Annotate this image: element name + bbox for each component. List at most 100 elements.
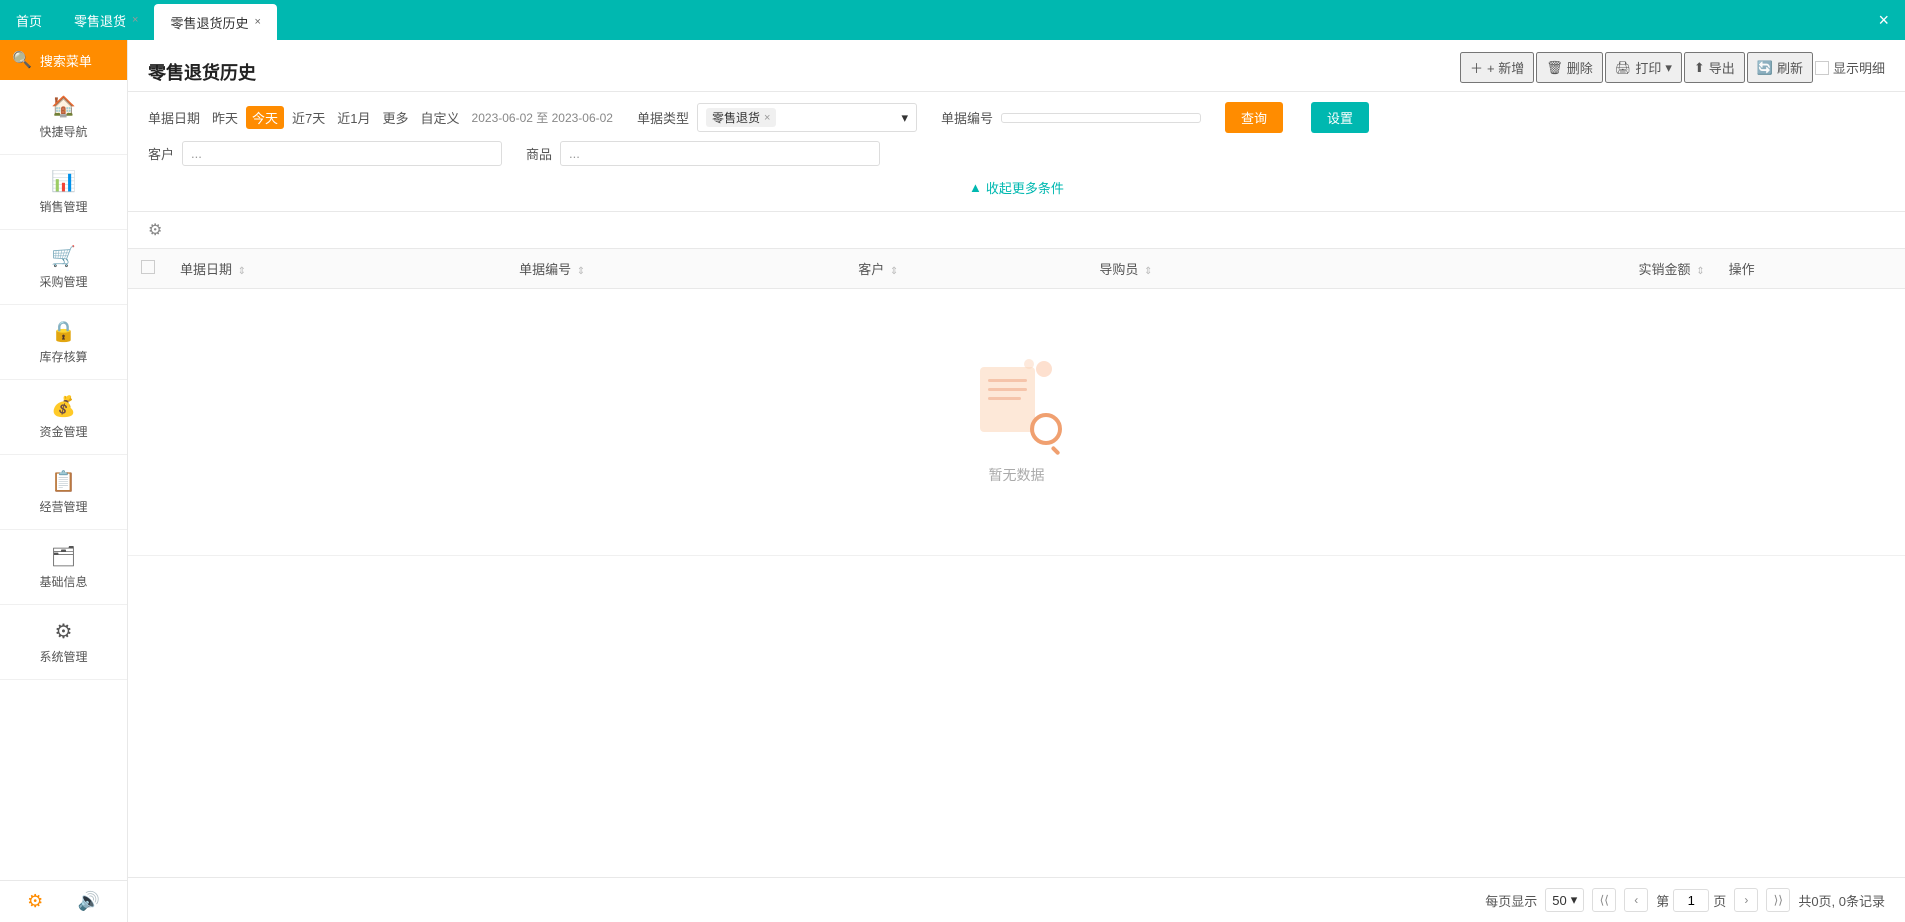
tab-home[interactable]: 首页 <box>0 0 58 40</box>
date-options: 昨天 今天 近7天 近1月 更多 自定义 <box>208 106 464 129</box>
purchase-icon: 🛒 <box>51 244 76 269</box>
date-opt-more[interactable]: 更多 <box>379 106 413 129</box>
inventory-icon: 🔒 <box>51 319 76 344</box>
doc-type-tag-close[interactable]: × <box>764 112 770 124</box>
query-button[interactable]: 查询 <box>1225 102 1283 133</box>
table-body: 暂无数据 <box>128 289 1905 556</box>
date-opt-today[interactable]: 今天 <box>246 106 284 129</box>
sidebar-item-basic-info-label: 基础信息 <box>39 573 87 590</box>
export-button[interactable]: ⬆ 导出 <box>1684 52 1745 83</box>
print-label: 打印 <box>1635 58 1661 77</box>
deco-circle-1 <box>1036 361 1052 377</box>
table-settings-icon[interactable]: ⚙ <box>148 220 162 240</box>
page-size-select[interactable]: 50 ▾ <box>1545 888 1584 912</box>
settings-icon[interactable]: ⚙ <box>27 891 43 912</box>
sidebar-item-basic-info[interactable]: 🗂 基础信息 <box>0 530 127 605</box>
tab-retail-return-close[interactable]: × <box>132 14 138 26</box>
doc-type-select[interactable]: 零售退货 × ▾ <box>697 103 917 132</box>
empty-state-cell: 暂无数据 <box>128 289 1905 556</box>
sidebar-item-purchase-mgmt[interactable]: 🛒 采购管理 <box>0 230 127 305</box>
th-doc-no: 单据编号 ⇕ <box>507 249 846 289</box>
date-filter-field: 单据日期 昨天 今天 近7天 近1月 更多 自定义 2023-06-02 至 2… <box>148 106 613 129</box>
empty-state-row: 暂无数据 <box>128 289 1905 556</box>
table-section: ⚙ 单据日期 ⇕ 单据编号 <box>128 212 1905 877</box>
page-number-input[interactable]: 1 <box>1673 889 1709 912</box>
setting-button[interactable]: 设置 <box>1311 102 1369 133</box>
window-close-button[interactable]: × <box>1862 10 1905 31</box>
sidebar-item-sys-label: 系统管理 <box>39 648 87 665</box>
page-prev-button[interactable]: ‹ <box>1624 888 1648 912</box>
page-size-dropdown-icon: ▾ <box>1571 892 1578 908</box>
doc-no-input[interactable] <box>1001 113 1201 123</box>
delete-label: 删除 <box>1567 58 1593 77</box>
date-opt-1month[interactable]: 近1月 <box>333 106 374 129</box>
display-detail-checkbox[interactable] <box>1815 61 1829 75</box>
sidebar-item-inventory[interactable]: 🔒 库存核算 <box>0 305 127 380</box>
page-last-button[interactable]: ⟩⟩ <box>1766 888 1790 912</box>
sound-icon[interactable]: 🔊 <box>77 891 99 912</box>
empty-illustration <box>972 359 1062 449</box>
doc-type-dropdown-icon: ▾ <box>901 110 908 126</box>
empty-doc-shape <box>980 367 1035 432</box>
tab-retail-return-history-close[interactable]: × <box>254 16 260 28</box>
doc-line-1 <box>988 379 1027 382</box>
sort-doc-date-icon[interactable]: ⇕ <box>238 266 246 277</box>
display-detail-toggle[interactable]: 显示明细 <box>1815 58 1885 77</box>
refresh-icon: 🔄 <box>1757 60 1773 76</box>
sidebar-item-sys-mgmt[interactable]: ⚙ 系统管理 <box>0 605 127 680</box>
page-input-label: 第 <box>1656 891 1669 910</box>
collapse-button[interactable]: ▲ 收起更多条件 <box>148 174 1885 201</box>
sidebar-item-operations[interactable]: 📋 经营管理 <box>0 455 127 530</box>
collapse-icon: ▲ <box>969 180 982 195</box>
page-header: 零售退货历史 ＋ + 新增 🗑 删除 🖨 打印 <box>128 40 1905 92</box>
header-right-actions: ＋ + 新增 🗑 删除 🖨 打印 ▾ ⬆ <box>1460 52 1885 91</box>
sort-doc-no-icon[interactable]: ⇕ <box>577 266 585 277</box>
sidebar-item-quick-nav[interactable]: 🏠 快捷导航 <box>0 80 127 155</box>
page-next-button[interactable]: › <box>1734 888 1758 912</box>
date-opt-custom[interactable]: 自定义 <box>417 106 464 129</box>
select-all-checkbox[interactable] <box>141 260 155 274</box>
empty-text: 暂无数据 <box>989 465 1045 485</box>
print-button[interactable]: 🖨 打印 ▾ <box>1605 52 1682 83</box>
sidebar-item-purchase-label: 采购管理 <box>39 273 87 290</box>
th-actions-label: 操作 <box>1729 262 1755 277</box>
sidebar-item-inventory-label: 库存核算 <box>39 348 87 365</box>
th-guide: 导购员 ⇕ <box>1087 249 1377 289</box>
sort-guide-icon[interactable]: ⇕ <box>1144 266 1152 277</box>
th-guide-label: 导购员 <box>1099 262 1138 277</box>
doc-type-filter-field: 单据类型 零售退货 × ▾ <box>637 103 917 132</box>
print-dropdown-icon: ▾ <box>1665 60 1672 76</box>
goods-input[interactable]: ... <box>560 141 880 166</box>
sidebar-search[interactable]: 🔍 搜索菜单 <box>0 40 127 80</box>
table-header-row: 单据日期 ⇕ 单据编号 ⇕ 客户 ⇕ <box>128 249 1905 289</box>
filter-section: 单据日期 昨天 今天 近7天 近1月 更多 自定义 2023-06-02 至 2… <box>128 92 1905 212</box>
page-size-label: 每页显示 <box>1485 891 1537 910</box>
sidebar-item-sales-mgmt[interactable]: 📊 销售管理 <box>0 155 127 230</box>
table-toolbar: ⚙ <box>128 212 1905 249</box>
customer-input[interactable]: ... <box>182 141 502 166</box>
refresh-label: 刷新 <box>1777 58 1803 77</box>
th-amount: 实销金额 ⇕ <box>1377 249 1716 289</box>
page-first-button[interactable]: ⟨⟨ <box>1592 888 1616 912</box>
new-button[interactable]: ＋ + 新增 <box>1460 52 1534 83</box>
page-header-top: 零售退货历史 ＋ + 新增 🗑 删除 🖨 打印 <box>148 52 1885 91</box>
finance-icon: 💰 <box>51 394 76 419</box>
refresh-button[interactable]: 🔄 刷新 <box>1747 52 1813 83</box>
date-filter-label: 单据日期 <box>148 108 200 127</box>
th-customer-label: 客户 <box>858 262 884 277</box>
sidebar-item-sales-label: 销售管理 <box>39 198 87 215</box>
sort-customer-icon[interactable]: ⇕ <box>890 266 898 277</box>
tab-home-label: 首页 <box>16 11 42 30</box>
magnifier-circle <box>1030 413 1062 445</box>
page-size-value: 50 <box>1552 893 1566 908</box>
date-opt-yesterday[interactable]: 昨天 <box>208 106 242 129</box>
tab-retail-return-history[interactable]: 零售退货历史 × <box>154 4 276 40</box>
sort-amount-icon[interactable]: ⇕ <box>1696 266 1704 277</box>
operations-icon: 📋 <box>51 469 76 494</box>
customer-label: 客户 <box>148 144 174 163</box>
sidebar-bottom: ⚙ 🔊 <box>0 880 127 922</box>
sidebar-item-finance[interactable]: 💰 资金管理 <box>0 380 127 455</box>
date-opt-7days[interactable]: 近7天 <box>288 106 329 129</box>
delete-button[interactable]: 🗑 删除 <box>1536 52 1603 83</box>
tab-retail-return[interactable]: 零售退货 × <box>58 0 154 40</box>
